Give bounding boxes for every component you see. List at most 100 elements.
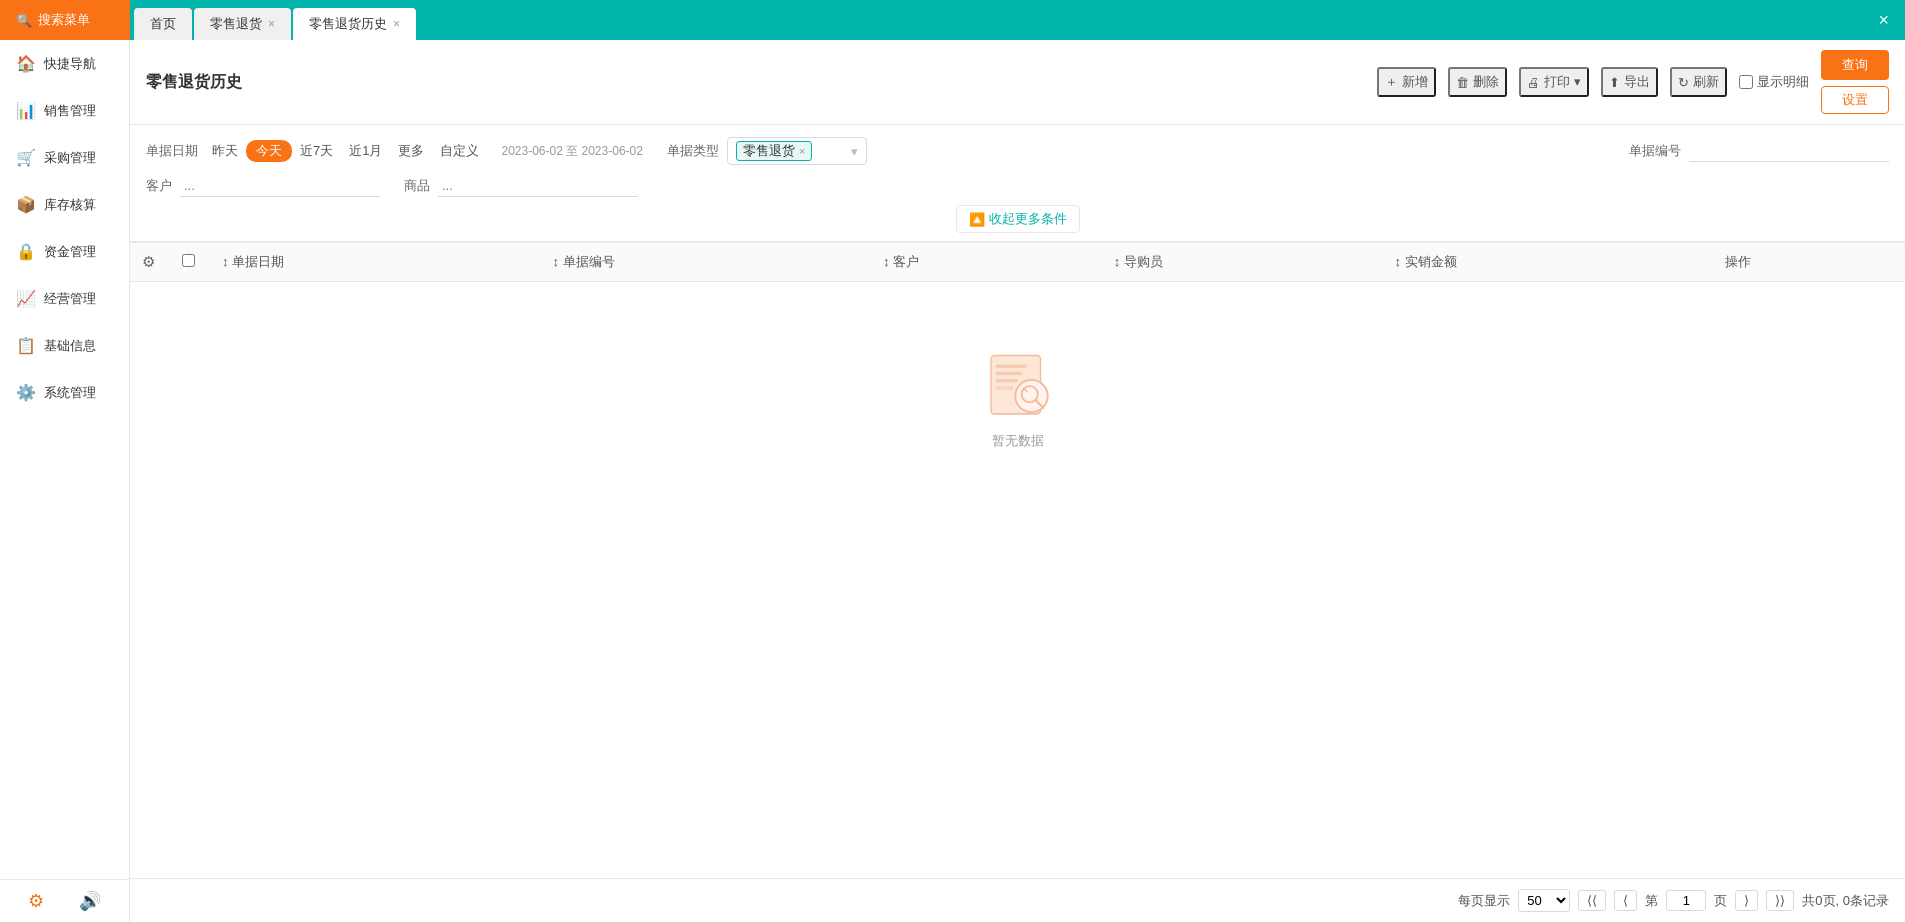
th-date-label: ↕ 单据日期: [222, 254, 284, 269]
sidebar: 🏠 快捷导航 📊 销售管理 🛒 采购管理 📦 库存核算 🔒 资金管理 📈 经营管…: [0, 40, 130, 922]
th-amount-label: ↕ 实销金额: [1395, 254, 1457, 269]
total-info: 共0页, 0条记录: [1802, 892, 1889, 910]
settings-button[interactable]: 设置: [1821, 86, 1889, 114]
th-guide: ↕ 导购员: [1102, 243, 1383, 282]
doc-no-input[interactable]: [1689, 140, 1889, 162]
sidebar-item-finance-label: 资金管理: [44, 243, 96, 261]
tab-home-label: 首页: [150, 15, 176, 33]
prev-page-button[interactable]: ⟨: [1614, 890, 1637, 911]
page-size-label: 每页显示: [1458, 892, 1510, 910]
first-page-button[interactable]: ⟨⟨: [1578, 890, 1606, 911]
th-date: ↕ 单据日期: [210, 243, 541, 282]
empty-text: 暂无数据: [992, 432, 1044, 450]
sidebar-bottom: ⚙ 🔊: [0, 879, 129, 922]
collapse-button[interactable]: 🔼 收起更多条件: [956, 205, 1080, 233]
doc-type-tag: 零售退货 ×: [736, 141, 812, 161]
home-icon: 🏠: [16, 54, 36, 73]
th-guide-label: ↕ 导购员: [1114, 254, 1163, 269]
tab-retail-return-history-label: 零售退货历史: [309, 15, 387, 33]
tab-home[interactable]: 首页: [134, 8, 192, 40]
goods-filter-group: 商品: [404, 175, 638, 197]
settings-bottom-icon[interactable]: ⚙: [28, 890, 44, 912]
page-title: 零售退货历史: [146, 72, 242, 93]
page-number-input[interactable]: [1666, 890, 1706, 911]
sidebar-item-quick-nav[interactable]: 🏠 快捷导航: [0, 40, 129, 87]
main-layout: 🏠 快捷导航 📊 销售管理 🛒 采购管理 📦 库存核算 🔒 资金管理 📈 经营管…: [0, 40, 1905, 922]
th-doc-no: ↕ 单据编号: [541, 243, 872, 282]
table-settings-icon[interactable]: ⚙: [142, 253, 155, 270]
next-page-button[interactable]: ⟩: [1735, 890, 1758, 911]
sidebar-item-sales-label: 销售管理: [44, 102, 96, 120]
customer-input[interactable]: [180, 175, 380, 197]
sidebar-item-sys-mgmt[interactable]: ⚙️ 系统管理: [0, 369, 129, 416]
last-page-button[interactable]: ⟩⟩: [1766, 890, 1794, 911]
new-button[interactable]: ＋ 新增: [1377, 67, 1436, 97]
th-actions: 操作: [1713, 243, 1905, 282]
sidebar-item-finance[interactable]: 🔒 资金管理: [0, 228, 129, 275]
print-button[interactable]: 🖨 打印 ▾: [1519, 67, 1589, 97]
sidebar-item-sales-mgmt[interactable]: 📊 销售管理: [0, 87, 129, 134]
new-label: 新增: [1402, 73, 1428, 91]
delete-button[interactable]: 🗑 删除: [1448, 67, 1507, 97]
tab-retail-return-close[interactable]: ×: [268, 17, 275, 31]
page-size-select[interactable]: 10 20 50 100: [1518, 889, 1570, 912]
export-label: 导出: [1624, 73, 1650, 91]
volume-icon[interactable]: 🔊: [79, 890, 101, 912]
doc-type-label: 单据类型: [667, 142, 719, 160]
sidebar-item-inventory[interactable]: 📦 库存核算: [0, 181, 129, 228]
sidebar-item-sys-label: 系统管理: [44, 384, 96, 402]
data-table: ⚙ ↕ 单据日期 ↕ 单据编号 ↕ 客户: [130, 242, 1905, 282]
svg-rect-1: [995, 365, 1027, 369]
page-text: 第: [1645, 892, 1658, 910]
export-button[interactable]: ⬆ 导出: [1601, 67, 1658, 97]
date-btn-more[interactable]: 更多: [390, 140, 432, 162]
table-container[interactable]: ⚙ ↕ 单据日期 ↕ 单据编号 ↕ 客户: [130, 242, 1905, 878]
operations-icon: 📈: [16, 289, 36, 308]
date-btn-1month[interactable]: 近1月: [341, 140, 390, 162]
sidebar-item-operations[interactable]: 📈 经营管理: [0, 275, 129, 322]
customer-filter-group: 客户: [146, 175, 380, 197]
date-btn-today[interactable]: 今天: [246, 140, 292, 162]
sidebar-item-purchase-mgmt[interactable]: 🛒 采购管理: [0, 134, 129, 181]
th-customer: ↕ 客户: [871, 243, 1102, 282]
tab-retail-return[interactable]: 零售退货 ×: [194, 8, 291, 40]
date-btn-custom[interactable]: 自定义: [432, 140, 487, 162]
tab-retail-return-history[interactable]: 零售退货历史 ×: [293, 8, 416, 40]
search-menu-button[interactable]: 🔍 搜索菜单: [0, 0, 130, 40]
query-button[interactable]: 查询: [1821, 50, 1889, 80]
refresh-button[interactable]: ↻ 刷新: [1670, 67, 1727, 97]
th-actions-label: 操作: [1725, 254, 1751, 269]
empty-illustration: [973, 342, 1063, 432]
goods-label: 商品: [404, 177, 430, 195]
sidebar-item-basic-info-label: 基础信息: [44, 337, 96, 355]
doc-type-tag-close[interactable]: ×: [799, 145, 805, 157]
tab-retail-return-history-close[interactable]: ×: [393, 17, 400, 31]
sidebar-item-basic-info[interactable]: 📋 基础信息: [0, 322, 129, 369]
filter-row-2: 客户 商品: [146, 175, 1889, 197]
search-menu-label: 搜索菜单: [38, 11, 90, 29]
print-icon: 🖨: [1527, 75, 1540, 90]
doc-type-dropdown-icon: ▾: [851, 144, 858, 159]
delete-label: 删除: [1473, 73, 1499, 91]
doc-type-select[interactable]: 零售退货 × ▾: [727, 137, 867, 165]
window-close-button[interactable]: ×: [1862, 0, 1905, 40]
export-icon: ⬆: [1609, 75, 1620, 90]
empty-state: 暂无数据: [130, 282, 1905, 510]
doc-type-filter-group: 单据类型 零售退货 × ▾: [667, 137, 1605, 165]
th-checkbox: [170, 243, 210, 282]
top-bar: 🔍 搜索菜单 首页 零售退货 × 零售退货历史 × ×: [0, 0, 1905, 40]
content-area: 零售退货历史 ＋ 新增 🗑 删除 🖨 打印 ▾ ⬆ 导出: [130, 40, 1905, 922]
svg-rect-2: [995, 372, 1022, 376]
collapse-label: 收起更多条件: [989, 210, 1067, 228]
date-filter-row: 昨天 今天 近7天 近1月 更多 自定义: [204, 140, 487, 162]
goods-input[interactable]: [438, 175, 638, 197]
tabs-area: 首页 零售退货 × 零售退货历史 ×: [130, 0, 1862, 40]
show-detail-checkbox[interactable]: [1739, 75, 1753, 89]
date-btn-yesterday[interactable]: 昨天: [204, 140, 246, 162]
pagination-bar: 每页显示 10 20 50 100 ⟨⟨ ⟨ 第 页 ⟩ ⟩⟩ 共0页, 0条记…: [130, 878, 1905, 922]
customer-label: 客户: [146, 177, 172, 195]
page-header: 零售退货历史 ＋ 新增 🗑 删除 🖨 打印 ▾ ⬆ 导出: [130, 40, 1905, 125]
header-actions: ＋ 新增 🗑 删除 🖨 打印 ▾ ⬆ 导出 ↻ 刷新: [1377, 50, 1889, 114]
select-all-checkbox[interactable]: [182, 254, 195, 267]
date-btn-7days[interactable]: 近7天: [292, 140, 341, 162]
